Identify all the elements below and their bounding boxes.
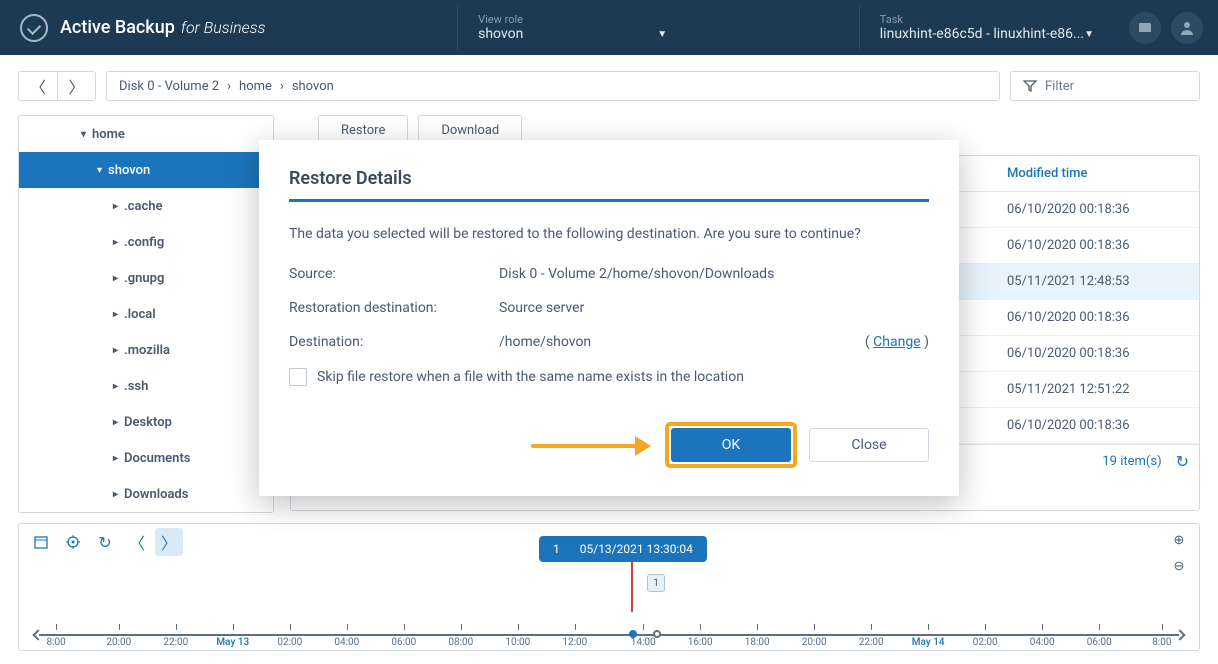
- restoration-destination-value: Source server: [499, 300, 929, 316]
- close-button[interactable]: Close: [809, 428, 929, 462]
- ok-button[interactable]: OK: [671, 428, 791, 462]
- dialog-divider: [289, 199, 929, 202]
- source-label: Source:: [289, 266, 499, 282]
- skip-file-label: Skip file restore when a file with the s…: [317, 369, 744, 385]
- dialog-title: Restore Details: [289, 168, 929, 189]
- checkbox-icon[interactable]: [289, 368, 307, 386]
- source-value: Disk 0 - Volume 2/home/shovon/Downloads: [499, 266, 929, 282]
- destination-value: /home/shovon ( Change ): [499, 334, 929, 350]
- skip-file-option[interactable]: Skip file restore when a file with the s…: [289, 368, 929, 386]
- modal-overlay: Restore Details The data you selected wi…: [0, 0, 1218, 664]
- dialog-message: The data you selected will be restored t…: [289, 226, 929, 242]
- annotation-highlight: OK: [665, 422, 797, 468]
- restoration-destination-label: Restoration destination:: [289, 300, 499, 316]
- restore-details-dialog: Restore Details The data you selected wi…: [259, 140, 959, 496]
- change-link[interactable]: Change: [873, 334, 920, 350]
- annotation-arrow-icon: [531, 439, 651, 451]
- dialog-actions: OK Close: [289, 422, 929, 468]
- destination-label: Destination:: [289, 334, 499, 350]
